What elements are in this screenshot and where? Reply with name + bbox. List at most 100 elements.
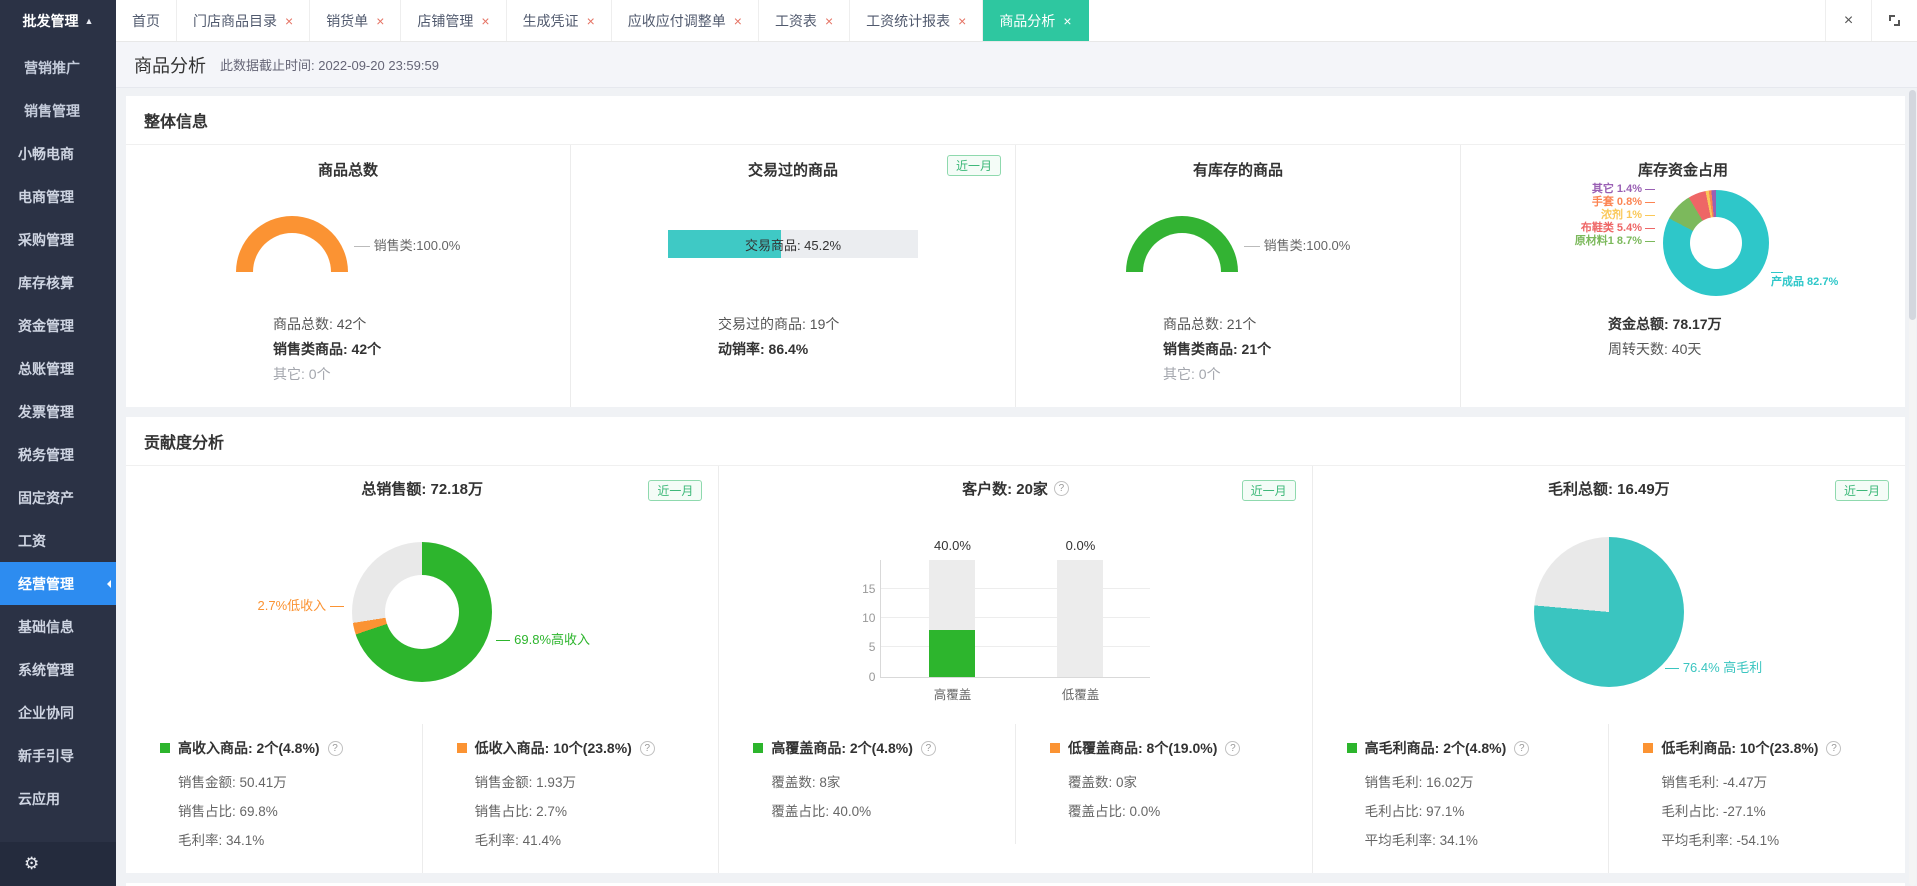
info-icon[interactable]: ? (1514, 740, 1530, 756)
stat-header: 低毛利商品: 10个(23.8%)? (1643, 738, 1897, 758)
block-title-text: 毛利总额: 16.49万 (1547, 481, 1670, 498)
sidebar-item[interactable]: 工资 (0, 519, 116, 562)
recent-month-badge: 近一月 (648, 480, 703, 501)
tab[interactable]: 工资表 × (759, 0, 851, 41)
fullscreen-icon[interactable] (1871, 0, 1917, 41)
sidebar-item[interactable]: 总账管理 (0, 347, 116, 390)
stat-row: 毛利率: 34.1% (178, 833, 265, 848)
block-title: 毛利总额: 16.49万 (1313, 478, 1905, 499)
close-all-tabs-icon[interactable]: × (1825, 0, 1871, 41)
stat-rows: 销售金额: 50.41万 销售占比: 69.8% 毛利率: 34.1% (160, 768, 414, 855)
info-icon[interactable]: ? (639, 740, 655, 756)
y-tick-label: 15 (862, 581, 876, 596)
overview-panel: 库存资金占用 其它 1.4% 手套 0.8% 浓剂 1% 布鞋类 5.4% 原材料1 8.… (1460, 145, 1905, 407)
sidebar-item[interactable]: 销售管理 (0, 89, 116, 132)
gridline (881, 587, 1151, 589)
tab[interactable]: 门店商品目录 × (177, 0, 311, 41)
sidebar-item[interactable]: 固定资产 (0, 476, 116, 519)
bar-plot: 0 5 10 15 40.0% 高覆盖 0.0% 低覆盖 (862, 538, 1151, 702)
stat-row: 覆盖数: 8家 (771, 775, 841, 790)
sidebar-item[interactable]: 新手引导 (0, 734, 116, 777)
sales-donut-chart (352, 541, 493, 682)
tab-list: 首页 门店商品目录 × 销货单 × 店铺管理 × 生成凭证 × 应收应付调整单 × 工资表 × 工资统计报… (116, 0, 1825, 41)
info-icon[interactable]: ? (920, 740, 936, 756)
stat-header-label: 高覆盖商品: 2个(4.8%) (771, 740, 913, 756)
stat-column: 低覆盖商品: 8个(19.0%)? 覆盖数: 0家 覆盖占比: 0.0% (1015, 724, 1312, 844)
tab[interactable]: 生成凭证 × (507, 0, 612, 41)
stat-row: 资金总额: 78.17万 (1608, 316, 1722, 332)
stat-row: 商品总数: 21个 (1163, 316, 1257, 332)
tab-close-icon[interactable]: × (1063, 14, 1071, 28)
stat-row: 销售毛利: 16.02万 (1364, 775, 1474, 790)
tab-label: 首页 (132, 12, 160, 29)
inventory-donut-chart: 其它 1.4% 手套 0.8% 浓剂 1% 布鞋类 5.4% 原材料1 8.7% 产成品 … (1513, 180, 1853, 308)
sidebar-item[interactable]: 小畅电商 (0, 132, 116, 175)
donut-slice-label: 原材料1 8.7% (1575, 232, 1655, 248)
stat-row: 销售金额: 50.41万 (178, 775, 287, 790)
tab-close-icon[interactable]: × (825, 14, 833, 28)
tab-label: 工资表 (774, 12, 817, 29)
contribution-blocks: 总销售额: 72.18万 近一月 2.7%低收入 69.8%高收入 高收入商品: 2个(… (126, 466, 1905, 873)
customer-bar-chart: 0 5 10 15 40.0% 高覆盖 0.0% 低覆盖 (862, 538, 1151, 702)
sidebar-item[interactable]: 发票管理 (0, 390, 116, 433)
tab-close-icon[interactable]: × (285, 14, 293, 28)
stat-row: 销售毛利: -4.47万 (1661, 775, 1768, 790)
info-icon[interactable]: ? (1053, 481, 1069, 496)
sidebar-item[interactable]: 企业协同 (0, 691, 116, 734)
sidebar-item[interactable]: 经营管理 (0, 562, 116, 605)
settings-gear-icon[interactable]: ⚙ (24, 854, 39, 874)
tab[interactable]: 工资统计报表 × (850, 0, 984, 41)
bar-value-label: 40.0% (934, 537, 971, 553)
overview-panels: 商品总数 销售类:100.0% 商品总数: 42个 销售类商品: 42个 其它: 0个 交… (126, 145, 1905, 407)
info-icon[interactable]: ? (1826, 740, 1842, 756)
sidebar-item[interactable]: 库存核算 (0, 261, 116, 304)
stat-row: 毛利率: 41.4% (474, 833, 561, 848)
tab-close-icon[interactable]: × (734, 14, 742, 28)
block-title: 总销售额: 72.18万 (126, 478, 718, 499)
tab[interactable]: 应收应付调整单 × (612, 0, 759, 41)
gauge-arc (1125, 216, 1238, 272)
gauge-label: 销售类:100.0% (354, 235, 461, 254)
sidebar-item[interactable]: 系统管理 (0, 648, 116, 691)
tab-close-icon[interactable]: × (587, 14, 595, 28)
stat-header: 高收入商品: 2个(4.8%)? (160, 738, 414, 758)
tab-actions: × (1825, 0, 1917, 41)
tab[interactable]: 商品分析 × (983, 0, 1089, 41)
stat-column: 高收入商品: 2个(4.8%)? 销售金额: 50.41万 销售占比: 69.8% 毛… (126, 724, 422, 873)
sidebar-item[interactable]: 营销推广 (0, 46, 116, 89)
sidebar-item[interactable]: 税务管理 (0, 433, 116, 476)
slice-label-low-income: 2.7%低收入 (258, 595, 345, 614)
scrollbar[interactable] (1909, 90, 1916, 886)
gauge-chart: 销售类:100.0% (235, 216, 461, 272)
block-chart: 2.7%低收入 69.8%高收入 (126, 499, 718, 724)
info-icon[interactable]: ? (1225, 740, 1241, 756)
tab[interactable]: 店铺管理 × (401, 0, 507, 41)
stat-row: 覆盖占比: 0.0% (1068, 804, 1161, 819)
stat-row: 动销率: 86.4% (718, 341, 809, 357)
sidebar-item[interactable]: 云应用 (0, 777, 116, 820)
tab[interactable]: 销货单 × (310, 0, 402, 41)
sidebar-item[interactable]: 采购管理 (0, 218, 116, 261)
stat-rows: 销售毛利: -4.47万 毛利占比: -27.1% 平均毛利率: -54.1% (1643, 768, 1897, 855)
block-stats: 高收入商品: 2个(4.8%)? 销售金额: 50.41万 销售占比: 69.8% 毛… (126, 724, 718, 873)
gauge-chart: 销售类:100.0% (1125, 216, 1350, 272)
stat-header: 高毛利商品: 2个(4.8%)? (1346, 738, 1601, 758)
info-icon[interactable]: ? (327, 740, 343, 756)
scrollbar-thumb[interactable] (1909, 90, 1916, 320)
y-tick-label: 5 (868, 640, 876, 655)
stat-row: 销售金额: 1.93万 (474, 775, 576, 790)
stat-row: 平均毛利率: -54.1% (1661, 833, 1780, 848)
tab-label: 销货单 (326, 12, 369, 29)
panel-title: 库存资金占用 (1637, 162, 1728, 179)
recent-month-badge: 近一月 (1834, 480, 1889, 501)
tab-close-icon[interactable]: × (958, 14, 966, 28)
module-switcher[interactable]: 批发管理 ▲ (0, 0, 116, 42)
tab-close-icon[interactable]: × (481, 14, 489, 28)
sidebar-item[interactable]: 电商管理 (0, 175, 116, 218)
sidebar-item[interactable]: 资金管理 (0, 304, 116, 347)
tab[interactable]: 首页 (116, 0, 177, 41)
sidebar-item[interactable]: 基础信息 (0, 605, 116, 648)
bar-category-label: 低覆盖 (1061, 687, 1100, 702)
tab-close-icon[interactable]: × (376, 14, 384, 28)
stat-row: 平均毛利率: 34.1% (1364, 833, 1478, 848)
